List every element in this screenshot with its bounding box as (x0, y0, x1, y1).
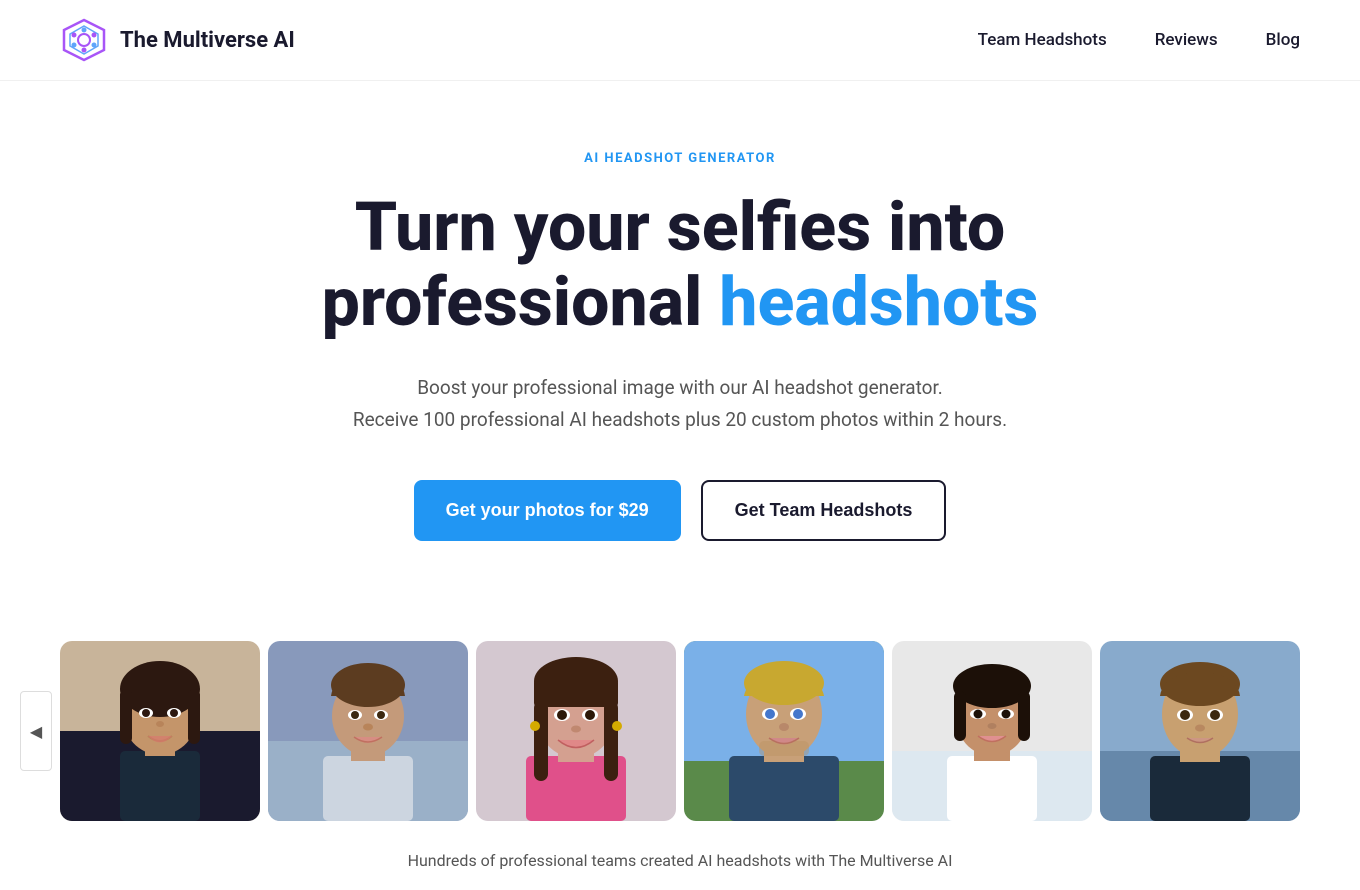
brand-name: The Multiverse AI (120, 28, 295, 53)
footer-text: Hundreds of professional teams created A… (408, 851, 953, 870)
photo-card-6 (1100, 641, 1300, 821)
nav-team-headshots[interactable]: Team Headshots (978, 30, 1107, 50)
carousel-arrow-left[interactable]: ◀ (20, 691, 52, 771)
nav-reviews[interactable]: Reviews (1155, 30, 1218, 50)
footer-text-section: Hundreds of professional teams created A… (0, 821, 1360, 890)
photo-card-4 (684, 641, 884, 821)
portrait-3 (476, 641, 676, 821)
photo-card-5 (892, 641, 1092, 821)
hero-subtitle-line2: Receive 100 professional AI headshots pl… (353, 408, 1007, 431)
portrait-6 (1100, 641, 1300, 821)
navbar: The Multiverse AI Team Headshots Reviews… (0, 0, 1360, 81)
logo-link[interactable]: The Multiverse AI (60, 16, 295, 64)
hero-subtitle: Boost your professional image with our A… (40, 372, 1320, 437)
photo-card-1 (60, 641, 260, 821)
portrait-1 (60, 641, 260, 821)
get-photos-button[interactable]: Get your photos for $29 (414, 480, 681, 541)
hero-section: AI HEADSHOT GENERATOR Turn your selfies … (0, 81, 1360, 641)
hero-badge: AI HEADSHOT GENERATOR (40, 151, 1320, 166)
hero-subtitle-line1: Boost your professional image with our A… (417, 376, 943, 399)
nav-links: Team Headshots Reviews Blog (978, 30, 1300, 50)
logo-icon (60, 16, 108, 64)
hero-title-highlight: headshots (719, 262, 1038, 342)
hero-title: Turn your selfies into professional head… (280, 190, 1080, 340)
photo-carousel: ◀ (0, 641, 1360, 821)
portrait-5 (892, 641, 1092, 821)
photo-card-3 (476, 641, 676, 821)
hero-title-line1: Turn your selfies into (355, 187, 1005, 267)
carousel-track (0, 641, 1360, 821)
hero-title-line2: professional (322, 262, 720, 342)
photo-card-2 (268, 641, 468, 821)
get-team-headshots-button[interactable]: Get Team Headshots (701, 480, 947, 541)
cta-buttons: Get your photos for $29 Get Team Headsho… (40, 480, 1320, 541)
portrait-2 (268, 641, 468, 821)
nav-blog[interactable]: Blog (1266, 30, 1300, 50)
portrait-4 (684, 641, 884, 821)
